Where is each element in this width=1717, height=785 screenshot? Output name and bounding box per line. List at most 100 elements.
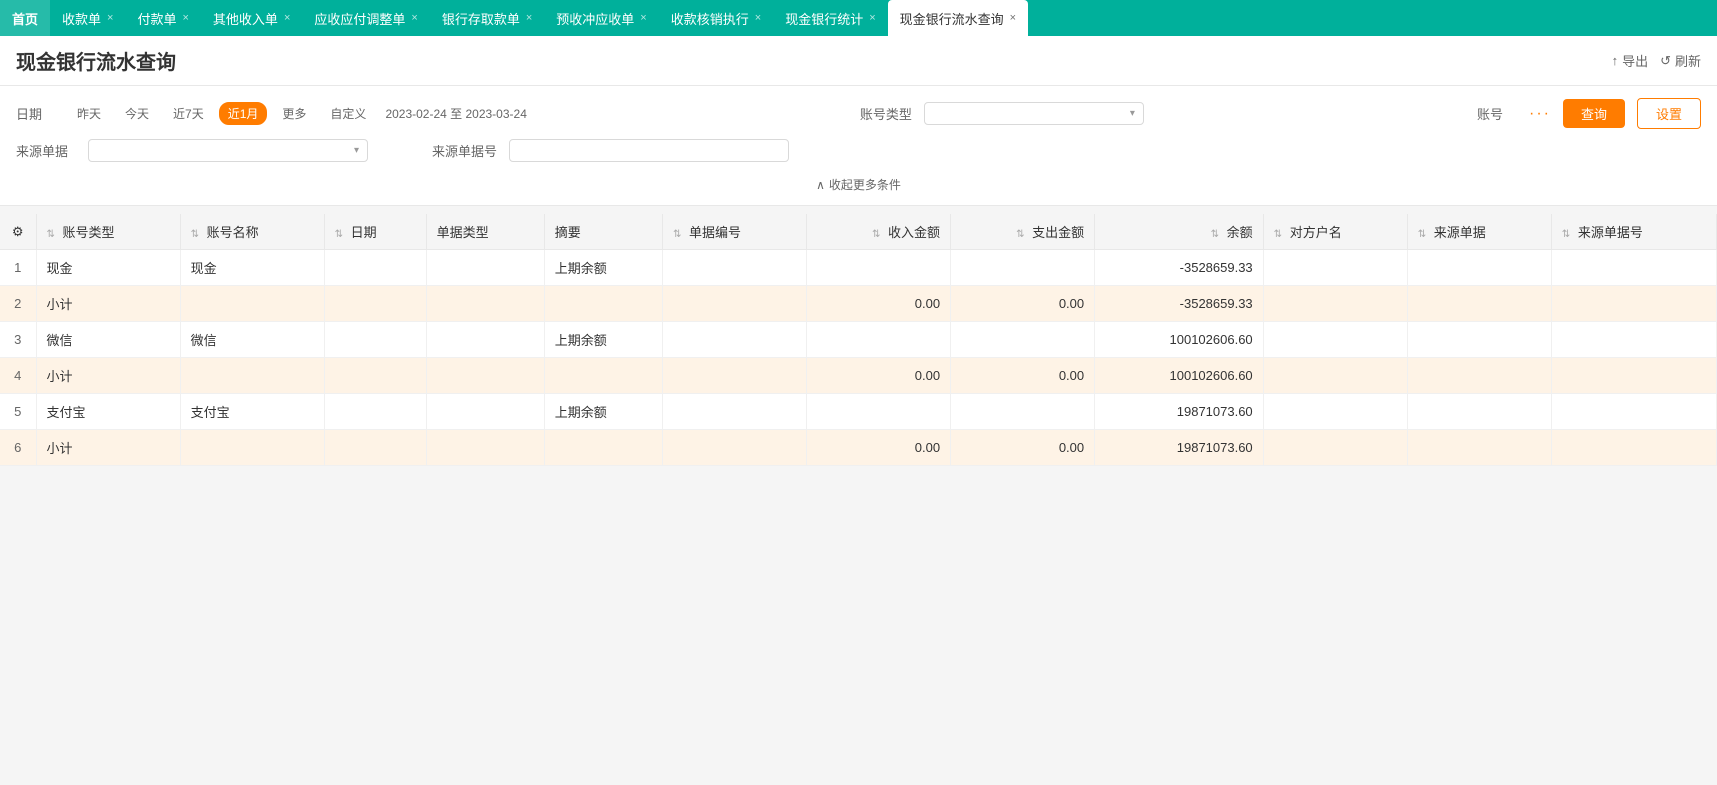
nav-payments-label: 付款单 bbox=[137, 9, 176, 28]
nav-item-bank-deposit[interactable]: 银行存取款单 × bbox=[430, 0, 544, 36]
cell-doc_type bbox=[426, 250, 544, 286]
close-ar-ap-icon[interactable]: × bbox=[411, 12, 417, 24]
cell-balance: 100102606.60 bbox=[1095, 322, 1264, 358]
cell-doc_no bbox=[662, 358, 806, 394]
col-settings[interactable]: ⚙ bbox=[0, 214, 36, 250]
nav-prepay-label: 预收冲应收单 bbox=[556, 9, 634, 28]
close-flow-query-icon[interactable]: × bbox=[1010, 12, 1016, 24]
data-table: ⚙ ⇅ 账号类型 ⇅ 账号名称 ⇅ 日期 单据类型 摘要 bbox=[0, 214, 1717, 466]
col-counterpart[interactable]: ⇅ 对方户名 bbox=[1263, 214, 1407, 250]
cell-source_doc_no bbox=[1551, 286, 1716, 322]
cell-summary bbox=[544, 286, 662, 322]
table-row: 6小计0.000.0019871073.60 bbox=[0, 430, 1717, 466]
cell-expense bbox=[951, 322, 1095, 358]
filter-row-1: 日期 昨天 今天 近7天 近1月 更多 自定义 2023-02-24 至 202… bbox=[16, 98, 1701, 129]
cell-doc_no bbox=[662, 286, 806, 322]
col-balance[interactable]: ⇅ 余额 bbox=[1095, 214, 1264, 250]
cell-balance: -3528659.33 bbox=[1095, 250, 1264, 286]
cell-doc_no bbox=[662, 394, 806, 430]
nav-item-other-income[interactable]: 其他收入单 × bbox=[201, 0, 302, 36]
collapse-bar[interactable]: ∧ 收起更多条件 bbox=[16, 172, 1701, 197]
cell-date bbox=[324, 250, 426, 286]
sort-source-doc-no-icon: ⇅ bbox=[1562, 229, 1570, 240]
nav-receipts-label: 收款单 bbox=[62, 9, 101, 28]
table-row: 1现金现金上期余额-3528659.33 bbox=[0, 250, 1717, 286]
cell-source_doc_no bbox=[1551, 394, 1716, 430]
nav-stats-label: 现金银行统计 bbox=[785, 9, 863, 28]
cell-expense: 0.00 bbox=[951, 358, 1095, 394]
settings-button[interactable]: 设置 bbox=[1637, 98, 1701, 129]
cell-doc_no bbox=[662, 322, 806, 358]
cell-account_name bbox=[180, 358, 324, 394]
col-doc-no[interactable]: ⇅ 单据编号 bbox=[662, 214, 806, 250]
nav-item-writeoff[interactable]: 收款核销执行 × bbox=[659, 0, 773, 36]
nav-item-home[interactable]: 首页 bbox=[0, 0, 50, 36]
nav-bank-deposit-label: 银行存取款单 bbox=[442, 9, 520, 28]
nav-ar-ap-label: 应收应付调整单 bbox=[314, 9, 405, 28]
nav-flow-query-label: 现金银行流水查询 bbox=[900, 9, 1004, 28]
date-btn-1month[interactable]: 近1月 bbox=[219, 102, 268, 125]
gear-icon[interactable]: ⚙ bbox=[12, 224, 24, 239]
data-table-container: ⚙ ⇅ 账号类型 ⇅ 账号名称 ⇅ 日期 单据类型 摘要 bbox=[0, 214, 1717, 466]
col-account-type[interactable]: ⇅ 账号类型 bbox=[36, 214, 180, 250]
account-ellipsis-btn[interactable]: ··· bbox=[1529, 105, 1551, 123]
close-other-income-icon[interactable]: × bbox=[284, 12, 290, 24]
sort-expense-icon: ⇅ bbox=[1016, 229, 1024, 240]
source-doc-select[interactable]: ▾ bbox=[88, 139, 368, 162]
date-btn-custom[interactable]: 自定义 bbox=[321, 102, 375, 125]
date-btn-7days[interactable]: 近7天 bbox=[164, 102, 213, 125]
col-account-name[interactable]: ⇅ 账号名称 bbox=[180, 214, 324, 250]
filter-area: 日期 昨天 今天 近7天 近1月 更多 自定义 2023-02-24 至 202… bbox=[0, 86, 1717, 206]
col-income[interactable]: ⇅ 收入金额 bbox=[807, 214, 951, 250]
cell-source_doc bbox=[1407, 430, 1551, 466]
cell-expense bbox=[951, 250, 1095, 286]
date-btn-today[interactable]: 今天 bbox=[116, 102, 158, 125]
close-receipts-icon[interactable]: × bbox=[107, 12, 113, 24]
col-doc-type: 单据类型 bbox=[426, 214, 544, 250]
cell-date bbox=[324, 430, 426, 466]
filter-row-2: 来源单据 ▾ 来源单据号 bbox=[16, 139, 1701, 162]
export-button[interactable]: ↑ 导出 bbox=[1612, 51, 1649, 70]
close-stats-icon[interactable]: × bbox=[869, 12, 875, 24]
row-number: 6 bbox=[0, 430, 36, 466]
cell-date bbox=[324, 286, 426, 322]
cell-counterpart bbox=[1263, 394, 1407, 430]
date-btn-yesterday[interactable]: 昨天 bbox=[68, 102, 110, 125]
col-date[interactable]: ⇅ 日期 bbox=[324, 214, 426, 250]
nav-item-receipts[interactable]: 收款单 × bbox=[50, 0, 125, 36]
source-doc-no-input[interactable] bbox=[509, 139, 789, 162]
col-expense[interactable]: ⇅ 支出金额 bbox=[951, 214, 1095, 250]
cell-summary bbox=[544, 358, 662, 394]
table-row: 5支付宝支付宝上期余额19871073.60 bbox=[0, 394, 1717, 430]
nav-item-cash-bank-stats[interactable]: 现金银行统计 × bbox=[773, 0, 887, 36]
nav-item-payments[interactable]: 付款单 × bbox=[125, 0, 200, 36]
refresh-button[interactable]: ↺ 刷新 bbox=[1660, 51, 1701, 70]
cell-source_doc_no bbox=[1551, 430, 1716, 466]
account-type-select[interactable]: ▾ bbox=[924, 102, 1144, 125]
close-payments-icon[interactable]: × bbox=[182, 12, 188, 24]
nav-writeoff-label: 收款核销执行 bbox=[671, 9, 749, 28]
table-row: 2小计0.000.00-3528659.33 bbox=[0, 286, 1717, 322]
nav-item-prepay-offset[interactable]: 预收冲应收单 × bbox=[544, 0, 658, 36]
col-source-doc[interactable]: ⇅ 来源单据 bbox=[1407, 214, 1551, 250]
close-writeoff-icon[interactable]: × bbox=[755, 12, 761, 24]
cell-account_type: 微信 bbox=[36, 322, 180, 358]
sort-source-doc-icon: ⇅ bbox=[1418, 229, 1426, 240]
cell-counterpart bbox=[1263, 250, 1407, 286]
query-button[interactable]: 查询 bbox=[1563, 99, 1625, 128]
nav-item-ar-ap-adjust[interactable]: 应收应付调整单 × bbox=[302, 0, 429, 36]
date-btn-more[interactable]: 更多 bbox=[273, 102, 315, 125]
cell-date bbox=[324, 394, 426, 430]
sort-account-name-icon: ⇅ bbox=[191, 229, 199, 240]
page-header: 现金银行流水查询 ↑ 导出 ↺ 刷新 bbox=[0, 36, 1717, 86]
cell-income: 0.00 bbox=[807, 286, 951, 322]
cell-income bbox=[807, 322, 951, 358]
cell-source_doc_no bbox=[1551, 322, 1716, 358]
close-prepay-icon[interactable]: × bbox=[640, 12, 646, 24]
col-source-doc-no[interactable]: ⇅ 来源单据号 bbox=[1551, 214, 1716, 250]
top-navigation: 首页 收款单 × 付款单 × 其他收入单 × 应收应付调整单 × 银行存取款单 … bbox=[0, 0, 1717, 36]
account-type-label: 账号类型 bbox=[860, 104, 912, 123]
nav-item-cash-flow-query[interactable]: 现金银行流水查询 × bbox=[888, 0, 1028, 36]
cell-account_type: 支付宝 bbox=[36, 394, 180, 430]
close-bank-deposit-icon[interactable]: × bbox=[526, 12, 532, 24]
